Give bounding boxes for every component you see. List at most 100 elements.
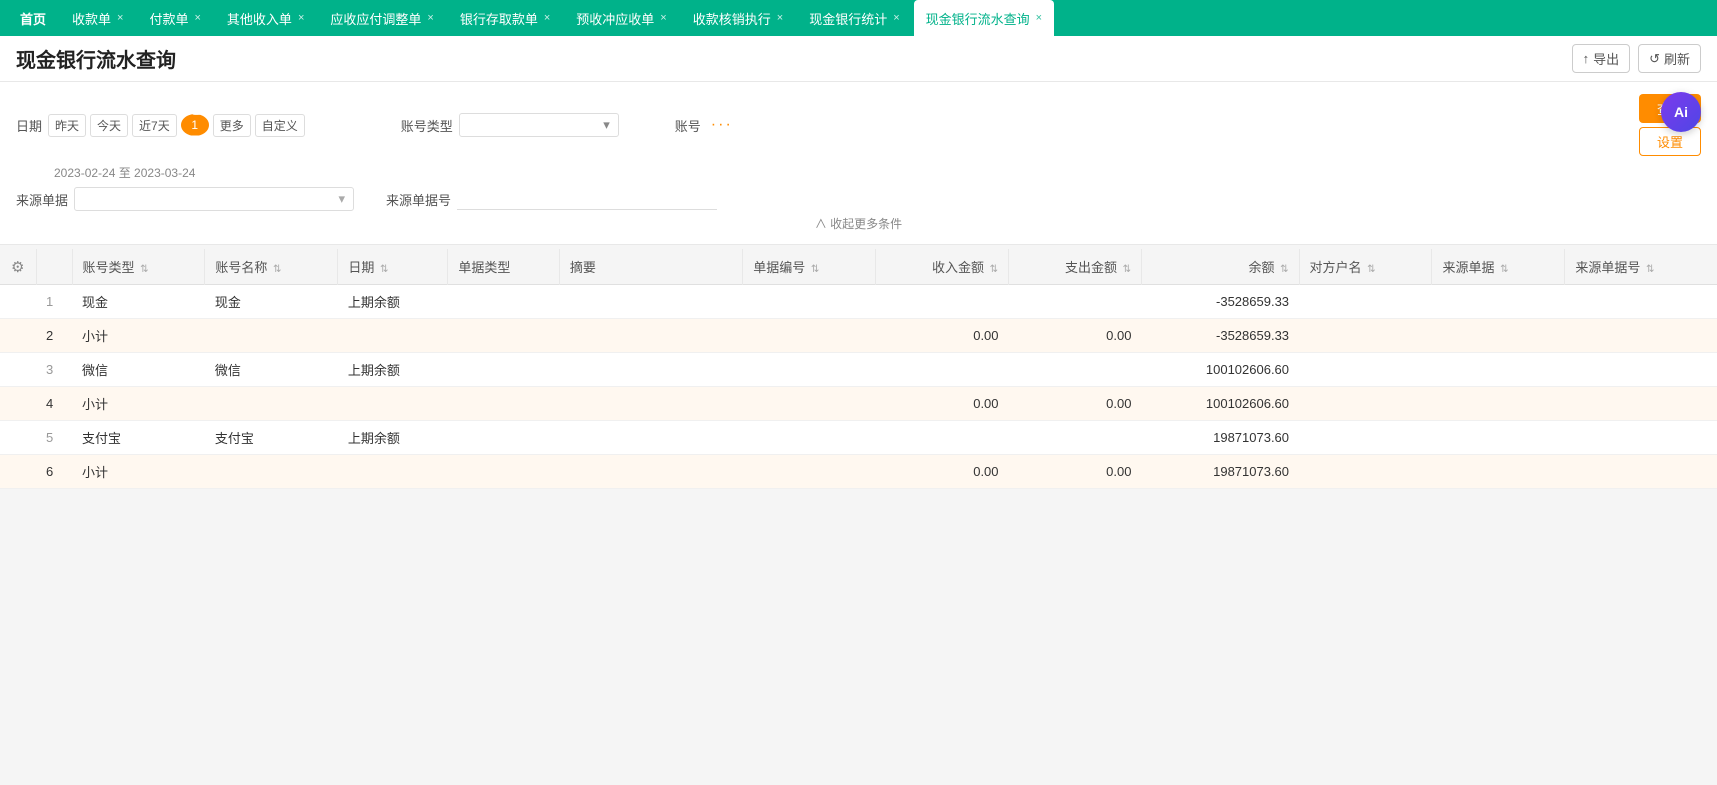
nav-item-payment[interactable]: 付款单 × bbox=[137, 0, 212, 36]
th-expense[interactable]: 支出金额 ⇅ bbox=[1009, 249, 1142, 285]
td-doc-no bbox=[743, 455, 876, 489]
th-account-name[interactable]: 账号名称 ⇅ bbox=[205, 249, 338, 285]
td-source-doc-no bbox=[1565, 455, 1717, 489]
td-source-doc bbox=[1432, 421, 1565, 455]
source-doc-no-group: 来源单据号 bbox=[386, 188, 717, 210]
td-index: 5 bbox=[36, 421, 72, 455]
nav-item-receipt-writeoff[interactable]: 收款核销执行 × bbox=[681, 0, 795, 36]
th-settings[interactable]: ⚙ bbox=[0, 249, 36, 285]
nav-ar-ap-adj-close[interactable]: × bbox=[427, 12, 433, 24]
nav-item-other-income[interactable]: 其他收入单 × bbox=[215, 0, 316, 36]
td-balance: 100102606.60 bbox=[1141, 387, 1299, 421]
td-account-name bbox=[205, 455, 338, 489]
td-doc-no bbox=[743, 387, 876, 421]
date-btn-7days[interactable]: 近7天 bbox=[132, 114, 177, 137]
date-btn-custom[interactable]: 自定义 bbox=[255, 114, 305, 137]
table-row: 3微信微信上期余额100102606.60 bbox=[0, 353, 1717, 387]
account-type-select[interactable]: ▾ bbox=[459, 113, 619, 137]
date-btn-1month[interactable]: 近1月 bbox=[181, 114, 209, 136]
td-doc-type bbox=[448, 455, 560, 489]
nav-item-pre-receive[interactable]: 预收冲应收单 × bbox=[564, 0, 678, 36]
td-index: 6 bbox=[36, 455, 72, 489]
nav-item-receipt[interactable]: 收款单 × bbox=[60, 0, 135, 36]
account-type-filter-group: 账号类型 ▾ bbox=[401, 113, 619, 137]
td-account-type: 小计 bbox=[72, 455, 205, 489]
td-settings bbox=[0, 353, 36, 387]
nav-payment-close[interactable]: × bbox=[194, 12, 200, 24]
nav-other-income-close[interactable]: × bbox=[298, 12, 304, 24]
data-table: ⚙ 账号类型 ⇅ 账号名称 ⇅ 日期 ⇅ 单据类型 摘要 单据编号 ⇅ 收入金额… bbox=[0, 249, 1717, 489]
export-icon: ↑ bbox=[1583, 51, 1590, 66]
td-balance: -3528659.33 bbox=[1141, 285, 1299, 319]
source-doc-no-label: 来源单据号 bbox=[386, 190, 451, 209]
nav-item-ar-ap-adj[interactable]: 应收应付调整单 × bbox=[318, 0, 445, 36]
th-date[interactable]: 日期 ⇅ bbox=[338, 249, 448, 285]
collapse-bar[interactable]: ∧ 收起更多条件 bbox=[16, 211, 1701, 236]
td-doc-type bbox=[448, 353, 560, 387]
td-counterpart bbox=[1299, 285, 1432, 319]
td-date bbox=[338, 455, 448, 489]
refresh-button[interactable]: ↺ 刷新 bbox=[1638, 44, 1701, 73]
nav-item-bank-deposit[interactable]: 银行存取款单 × bbox=[448, 0, 562, 36]
settings-gear-icon[interactable]: ⚙ bbox=[11, 259, 24, 276]
nav-item-cash-bank-stats[interactable]: 现金银行统计 × bbox=[797, 0, 911, 36]
header-actions: ↑ 导出 ↺ 刷新 bbox=[1572, 44, 1701, 73]
page-header: 现金银行流水查询 ↑ 导出 ↺ 刷新 bbox=[0, 36, 1717, 82]
nav-pre-receive-close[interactable]: × bbox=[660, 12, 666, 24]
td-doc-type bbox=[448, 421, 560, 455]
td-account-name bbox=[205, 387, 338, 421]
source-doc-select[interactable]: ▾ bbox=[74, 187, 354, 211]
table-row: 4小计0.000.00100102606.60 bbox=[0, 387, 1717, 421]
settings-button[interactable]: 设置 bbox=[1639, 127, 1701, 156]
nav-item-cash-bank-query[interactable]: 现金银行流水查询 × bbox=[914, 0, 1054, 36]
export-button[interactable]: ↑ 导出 bbox=[1572, 44, 1631, 73]
th-doc-no[interactable]: 单据编号 ⇅ bbox=[743, 249, 876, 285]
nav-receipt-writeoff-close[interactable]: × bbox=[777, 12, 783, 24]
td-balance: 19871073.60 bbox=[1141, 455, 1299, 489]
date-btn-yesterday[interactable]: 昨天 bbox=[48, 114, 86, 137]
th-counterpart[interactable]: 对方户名 ⇅ bbox=[1299, 249, 1432, 285]
td-counterpart bbox=[1299, 353, 1432, 387]
td-account-type: 支付宝 bbox=[72, 421, 205, 455]
ai-assistant-button[interactable]: Ai bbox=[1661, 92, 1701, 132]
date-btn-today[interactable]: 今天 bbox=[90, 114, 128, 137]
td-account-type: 小计 bbox=[72, 319, 205, 353]
account-dots-button[interactable]: ··· bbox=[711, 116, 733, 134]
date-btn-more[interactable]: 更多 bbox=[213, 114, 251, 137]
td-expense bbox=[1009, 285, 1142, 319]
td-summary bbox=[559, 319, 742, 353]
th-source-doc-no[interactable]: 来源单据号 ⇅ bbox=[1565, 249, 1717, 285]
th-balance[interactable]: 余额 ⇅ bbox=[1141, 249, 1299, 285]
nav-bank-deposit-close[interactable]: × bbox=[544, 12, 550, 24]
page-title: 现金银行流水查询 bbox=[16, 44, 176, 73]
td-date bbox=[338, 319, 448, 353]
th-income[interactable]: 收入金额 ⇅ bbox=[876, 249, 1009, 285]
td-expense: 0.00 bbox=[1009, 319, 1142, 353]
account-filter-group: 账号 ··· bbox=[675, 116, 733, 135]
td-balance: 100102606.60 bbox=[1141, 353, 1299, 387]
td-income bbox=[876, 421, 1009, 455]
td-source-doc bbox=[1432, 319, 1565, 353]
td-account-name: 微信 bbox=[205, 353, 338, 387]
td-account-name: 支付宝 bbox=[205, 421, 338, 455]
table-row: 5支付宝支付宝上期余额19871073.60 bbox=[0, 421, 1717, 455]
th-account-type[interactable]: 账号类型 ⇅ bbox=[72, 249, 205, 285]
td-account-type: 现金 bbox=[72, 285, 205, 319]
collapse-label: ∧ 收起更多条件 bbox=[815, 217, 902, 231]
source-doc-no-input[interactable] bbox=[457, 188, 717, 210]
td-doc-type bbox=[448, 285, 560, 319]
nav-cash-bank-stats-close[interactable]: × bbox=[893, 12, 899, 24]
td-expense bbox=[1009, 353, 1142, 387]
top-nav: 首页 收款单 × 付款单 × 其他收入单 × 应收应付调整单 × 银行存取款单 … bbox=[0, 0, 1717, 36]
td-income: 0.00 bbox=[876, 455, 1009, 489]
td-index: 1 bbox=[36, 285, 72, 319]
td-expense: 0.00 bbox=[1009, 455, 1142, 489]
td-income: 0.00 bbox=[876, 319, 1009, 353]
td-date: 上期余额 bbox=[338, 353, 448, 387]
nav-item-home[interactable]: 首页 bbox=[8, 0, 58, 36]
nav-cash-bank-query-close[interactable]: × bbox=[1036, 12, 1042, 24]
nav-receipt-close[interactable]: × bbox=[117, 12, 123, 24]
th-source-doc[interactable]: 来源单据 ⇅ bbox=[1432, 249, 1565, 285]
td-source-doc-no bbox=[1565, 387, 1717, 421]
source-doc-chevron-icon: ▾ bbox=[338, 191, 345, 207]
